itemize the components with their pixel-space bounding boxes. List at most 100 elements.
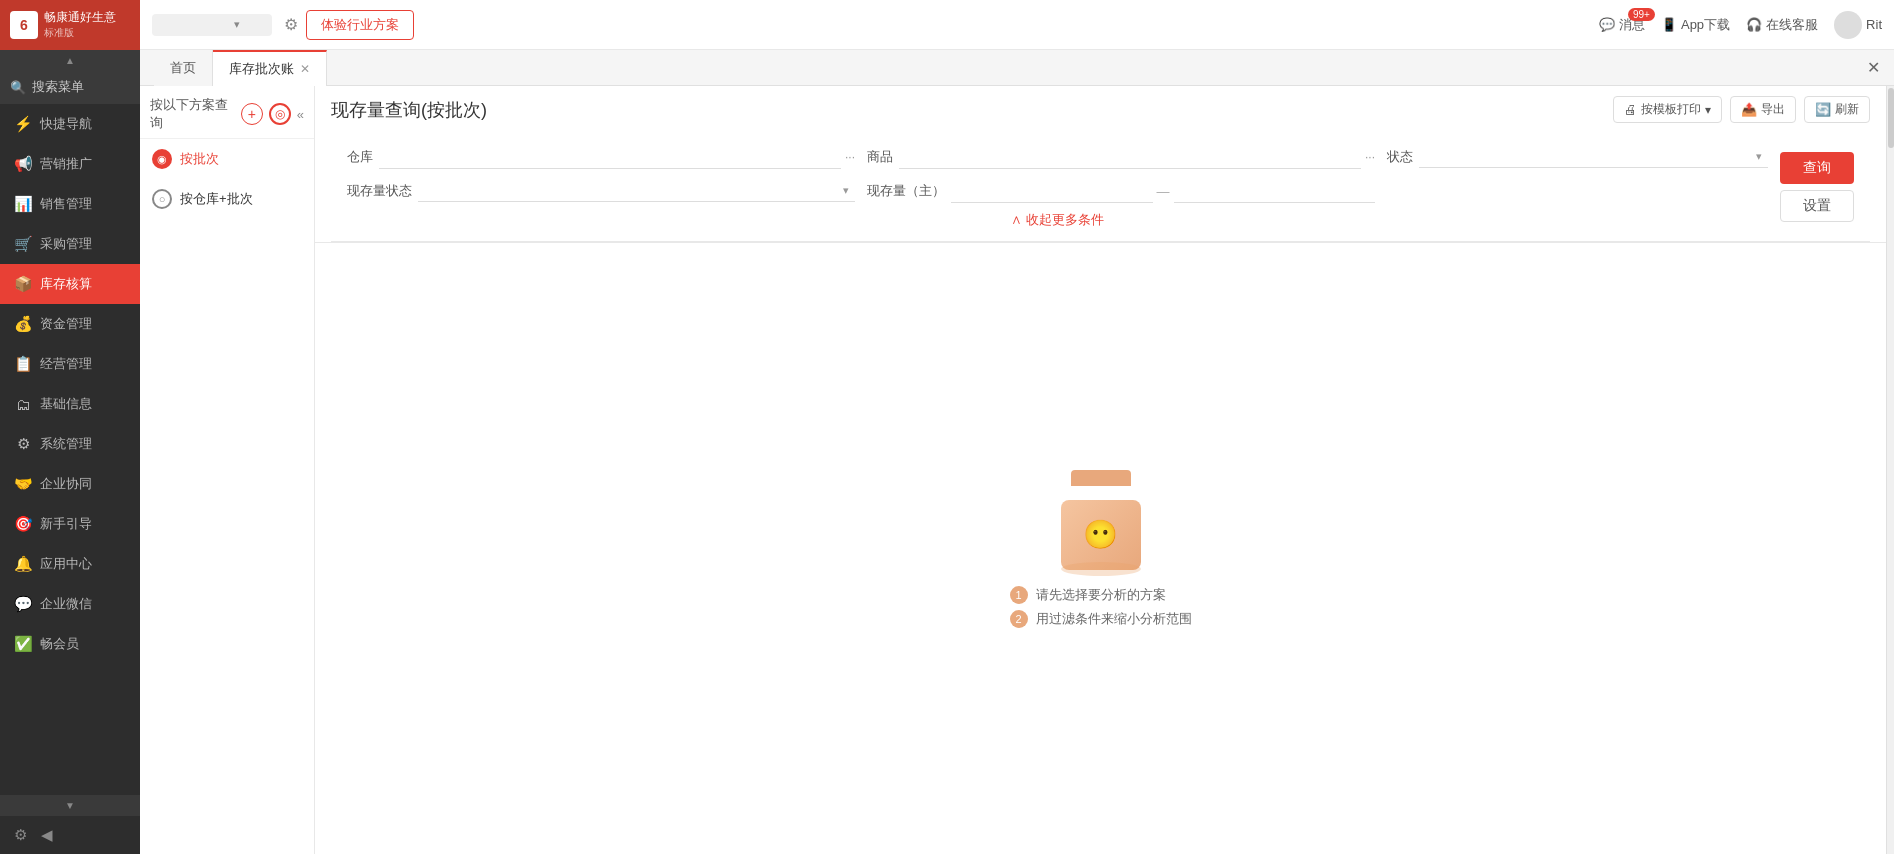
print-label: 按模板打印 bbox=[1641, 101, 1701, 118]
messages-badge: 99+ bbox=[1628, 8, 1655, 21]
xitong-icon: ⚙ bbox=[14, 435, 32, 453]
left-panel: 按以下方案查询 + ◎ « ◉ 按批次 ○ 按仓库+批次 bbox=[140, 86, 315, 854]
product-field: 商品 ··· bbox=[867, 145, 1375, 169]
xinshou-icon: 🎯 bbox=[14, 515, 32, 533]
tab-kucun-label: 库存批次账 bbox=[229, 60, 294, 78]
warehouse-label: 仓库 bbox=[347, 148, 379, 166]
settings-button[interactable]: 设置 bbox=[1780, 190, 1854, 222]
sidebar-item-caigou[interactable]: 🛒 采购管理 bbox=[0, 224, 140, 264]
topbar-chevron-icon[interactable]: ▾ bbox=[234, 18, 240, 31]
tab-home-label: 首页 bbox=[170, 59, 196, 77]
qty-dash: — bbox=[1153, 184, 1174, 199]
sidebar-item-xitong[interactable]: ⚙ 系统管理 bbox=[0, 424, 140, 464]
topbar-search-input[interactable] bbox=[160, 18, 230, 32]
status-dropdown[interactable]: ▾ bbox=[1419, 146, 1768, 168]
print-button[interactable]: 🖨 按模板打印 ▾ bbox=[1613, 96, 1722, 123]
sidebar-item-yingxiao[interactable]: 📢 营销推广 bbox=[0, 144, 140, 184]
product-label: 商品 bbox=[867, 148, 899, 166]
sidebar-header: 6 畅康通好生意 标准版 bbox=[0, 0, 140, 50]
yingxiao-icon: 📢 bbox=[14, 155, 32, 173]
sidebar-item-label: 经营管理 bbox=[40, 355, 92, 373]
topbar-gear-icon[interactable]: ⚙ bbox=[284, 15, 298, 34]
inventory-status-field: 现存量状态 ▾ bbox=[347, 180, 855, 202]
collapse-sidebar-icon[interactable]: ◀ bbox=[41, 826, 53, 844]
inventory-status-dropdown[interactable]: ▾ bbox=[418, 180, 855, 202]
scroll-thumb[interactable] bbox=[1888, 88, 1894, 148]
warehouse-more-icon[interactable]: ··· bbox=[845, 150, 855, 164]
sidebar-item-label: 企业协同 bbox=[40, 475, 92, 493]
zijin-icon: 💰 bbox=[14, 315, 32, 333]
right-scrollbar[interactable] bbox=[1886, 86, 1894, 854]
empty-tip-2: 2 用过滤条件来缩小分析范围 bbox=[1010, 610, 1192, 628]
product-more-icon[interactable]: ··· bbox=[1365, 150, 1375, 164]
sidebar-item-label: 系统管理 bbox=[40, 435, 92, 453]
product-input[interactable] bbox=[899, 145, 1361, 169]
sidebar-item-label: 基础信息 bbox=[40, 395, 92, 413]
service-label: 在线客服 bbox=[1766, 16, 1818, 34]
pizhang-active-icon: ◉ bbox=[152, 149, 172, 169]
settings-icon[interactable]: ⚙ bbox=[14, 826, 27, 844]
sidebar-item-yingyong[interactable]: 🔔 应用中心 bbox=[0, 544, 140, 584]
app-download-button[interactable]: 📱 App下载 bbox=[1661, 16, 1730, 34]
scheme-item-pizhang-label: 按批次 bbox=[180, 150, 219, 168]
inventory-qty-field: 现存量（主） — bbox=[867, 179, 1375, 203]
sidebar-item-jichu[interactable]: 🗂 基础信息 bbox=[0, 384, 140, 424]
tab-home[interactable]: 首页 bbox=[154, 50, 213, 86]
topbar: ▾ ⚙ 体验行业方案 💬 消息 99+ 📱 App下载 🎧 在线客服 Rit bbox=[140, 0, 1894, 50]
scheme-item-cangku-pizhang[interactable]: ○ 按仓库+批次 bbox=[140, 179, 314, 219]
sidebar-item-jingying[interactable]: 📋 经营管理 bbox=[0, 344, 140, 384]
online-service-button[interactable]: 🎧 在线客服 bbox=[1746, 16, 1818, 34]
empty-tip-1: 1 请先选择要分析的方案 bbox=[1010, 586, 1192, 604]
sidebar-item-label: 采购管理 bbox=[40, 235, 92, 253]
sidebar-item-kuaijie[interactable]: ⚡ 快捷导航 bbox=[0, 104, 140, 144]
qiye-icon: 🤝 bbox=[14, 475, 32, 493]
jichu-icon: 🗂 bbox=[14, 396, 32, 413]
sidebar-item-label: 企业微信 bbox=[40, 595, 92, 613]
sidebar-item-qiye[interactable]: 🤝 企业协同 bbox=[0, 464, 140, 504]
export-button[interactable]: 📤 导出 bbox=[1730, 96, 1796, 123]
sidebar-item-xinshou[interactable]: 🎯 新手引导 bbox=[0, 504, 140, 544]
trial-button[interactable]: 体验行业方案 bbox=[306, 10, 414, 40]
service-icon: 🎧 bbox=[1746, 17, 1762, 32]
collapse-panel-icon[interactable]: « bbox=[297, 107, 304, 122]
sidebar-scroll-up[interactable]: ▲ bbox=[0, 50, 140, 70]
sidebar-item-weixin[interactable]: 💬 企业微信 bbox=[0, 584, 140, 624]
print-chevron-icon: ▾ bbox=[1705, 103, 1711, 117]
weixin-icon: 💬 bbox=[14, 595, 32, 613]
filter-row-2: 现存量状态 ▾ 现存量（主） — bbox=[347, 179, 1768, 203]
empty-shadow bbox=[1061, 562, 1141, 576]
filter-main: 仓库 ··· 商品 ··· 状态 bbox=[347, 145, 1768, 229]
warehouse-field: 仓库 ··· bbox=[347, 145, 855, 169]
inventory-status-arrow: ▾ bbox=[843, 184, 849, 197]
tab-close-right[interactable]: ✕ bbox=[1853, 58, 1894, 77]
sidebar-item-huiyuan[interactable]: ✅ 畅会员 bbox=[0, 624, 140, 664]
tab-kucun-pizhang[interactable]: 库存批次账 ✕ bbox=[213, 50, 327, 86]
right-panel: 现存量查询(按批次) 🖨 按模板打印 ▾ 📤 导出 🔄 bbox=[315, 86, 1886, 854]
scheme-settings-button[interactable]: ◎ bbox=[269, 103, 291, 125]
sidebar-item-label: 畅会员 bbox=[40, 635, 79, 653]
sidebar-item-zijin[interactable]: 💰 资金管理 bbox=[0, 304, 140, 344]
status-dropdown-arrow: ▾ bbox=[1756, 150, 1762, 163]
tip-num-1: 1 bbox=[1010, 586, 1028, 604]
refresh-button[interactable]: 🔄 刷新 bbox=[1804, 96, 1870, 123]
query-button[interactable]: 查询 bbox=[1780, 152, 1854, 184]
tab-close-icon[interactable]: ✕ bbox=[300, 62, 310, 76]
sidebar-search[interactable]: 🔍 搜索菜单 bbox=[0, 70, 140, 104]
topbar-search-wrap[interactable]: ▾ bbox=[152, 14, 272, 36]
sidebar-scroll-down[interactable]: ▼ bbox=[0, 795, 140, 815]
collapse-button[interactable]: ∧ 收起更多条件 bbox=[347, 203, 1768, 229]
sidebar-item-label: 快捷导航 bbox=[40, 115, 92, 133]
sidebar-item-xiaoshou[interactable]: 📊 销售管理 bbox=[0, 184, 140, 224]
user-avatar-area[interactable]: Rit bbox=[1834, 11, 1882, 39]
scheme-item-pizhang[interactable]: ◉ 按批次 bbox=[140, 139, 314, 179]
messages-button[interactable]: 💬 消息 99+ bbox=[1599, 16, 1645, 34]
left-panel-title: 按以下方案查询 bbox=[150, 96, 241, 132]
inventory-qty-to[interactable] bbox=[1174, 179, 1376, 203]
add-scheme-button[interactable]: + bbox=[241, 103, 263, 125]
sidebar-item-kucun[interactable]: 📦 库存核算 bbox=[0, 264, 140, 304]
left-panel-actions: + ◎ « bbox=[241, 103, 304, 125]
warehouse-input[interactable] bbox=[379, 145, 841, 169]
kucun-icon: 📦 bbox=[14, 275, 32, 293]
page-header: 现存量查询(按批次) 🖨 按模板打印 ▾ 📤 导出 🔄 bbox=[315, 86, 1886, 243]
inventory-qty-from[interactable] bbox=[951, 179, 1153, 203]
